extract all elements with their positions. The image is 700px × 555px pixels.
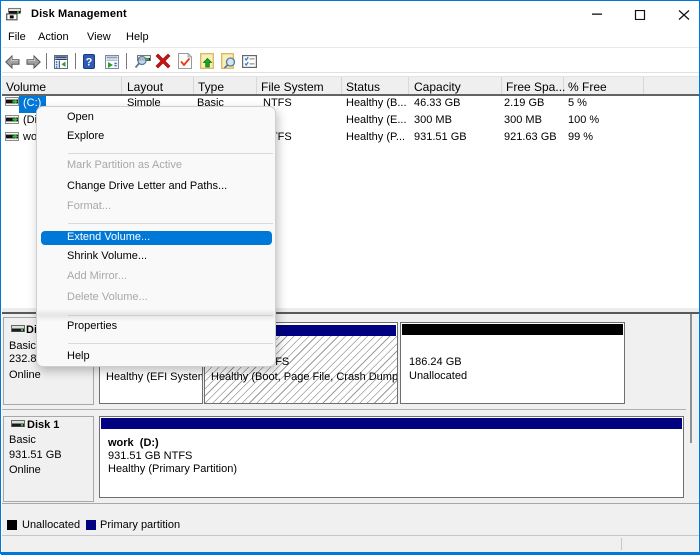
svg-text:?: ? <box>86 57 93 69</box>
